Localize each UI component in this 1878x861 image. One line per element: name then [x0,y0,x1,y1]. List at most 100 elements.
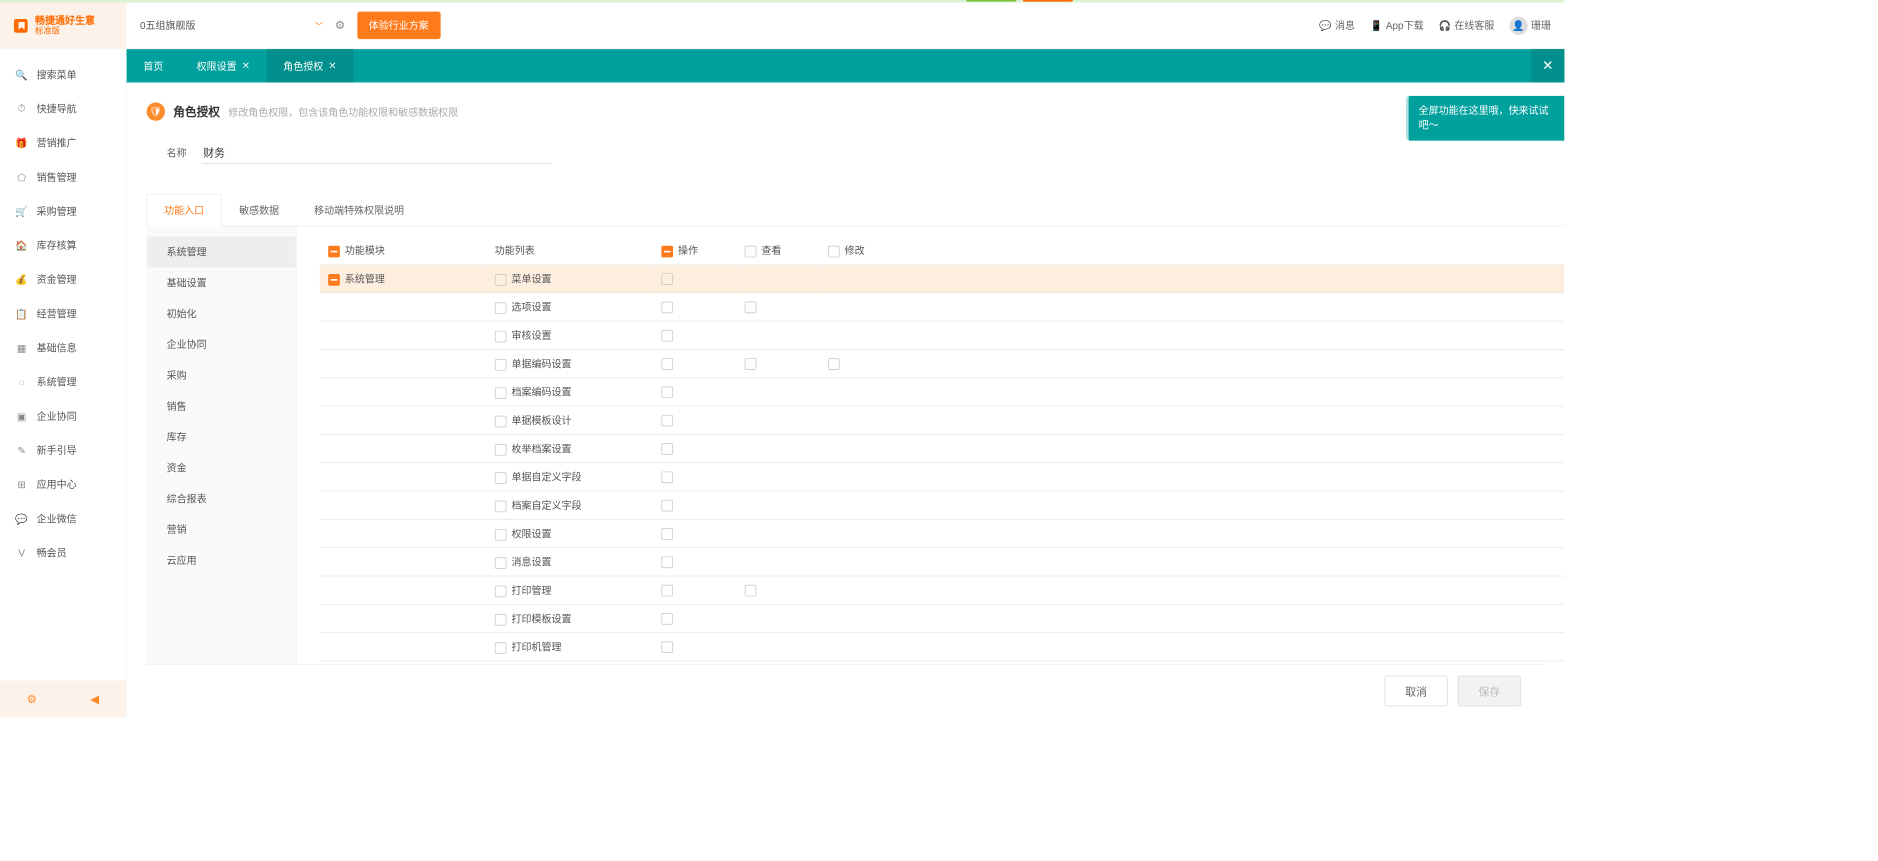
close-all-tabs-button[interactable]: ✕ [1531,49,1564,82]
sub-tab-0[interactable]: 功能入口 [147,194,222,226]
module-item-4[interactable]: 采购 [147,360,296,391]
nav-item-3[interactable]: ⬠销售管理 [0,160,126,194]
func-checkbox[interactable] [495,331,507,343]
nav-item-5[interactable]: 🏠库存核算 [0,228,126,262]
op-checkbox[interactable] [661,641,673,653]
op-checkbox[interactable] [661,443,673,455]
settings-icon[interactable]: ⚙ [27,692,37,706]
nav-item-0[interactable]: 🔍搜索菜单 [0,57,126,91]
user-menu[interactable]: 👤珊珊 [1509,16,1551,34]
func-checkbox[interactable] [495,387,507,399]
nav-item-10[interactable]: ▣企业协同 [0,399,126,433]
func-name: 枚举档案设置 [511,443,571,455]
func-name: 单据编码设置 [511,358,571,370]
cancel-button[interactable]: 取消 [1384,676,1447,707]
collapse-icon[interactable]: ◀ [90,692,99,706]
version-select[interactable]: 0五组旗舰版 ﹀ [140,15,323,36]
left-nav: 🔍搜索菜单⏱快捷导航🎁营销推广⬠销售管理🛒采购管理🏠库存核算💰资金管理📋经营管理… [0,49,127,717]
tab-label: 权限设置 [197,59,237,73]
module-item-6[interactable]: 库存 [147,421,296,452]
nav-icon: ◌ [15,375,28,388]
nav-item-2[interactable]: 🎁营销推广 [0,126,126,160]
module-checkbox[interactable] [328,274,340,286]
messages-link[interactable]: 💬消息 [1319,18,1355,32]
gear-icon[interactable]: ⚙ [335,18,345,32]
func-name: 打印管理 [511,585,551,597]
module-item-8[interactable]: 综合报表 [147,483,296,514]
tab-2[interactable]: 角色授权✕ [267,49,354,82]
op-checkbox[interactable] [661,301,673,313]
role-name-input[interactable] [202,141,552,164]
tab-1[interactable]: 权限设置 ✕ [180,49,267,82]
module-item-10[interactable]: 云应用 [147,545,296,576]
func-checkbox[interactable] [495,529,507,541]
nav-item-12[interactable]: ⊞应用中心 [0,467,126,501]
nav-item-11[interactable]: ✎新手引导 [0,433,126,467]
module-item-3[interactable]: 企业协同 [147,329,296,360]
func-checkbox[interactable] [495,444,507,456]
op-checkbox[interactable] [661,500,673,512]
module-header-checkbox[interactable] [328,246,340,258]
op-checkbox[interactable] [661,415,673,427]
nav-item-9[interactable]: ◌系统管理 [0,365,126,399]
module-item-0[interactable]: 系统管理 [147,237,296,268]
nav-item-14[interactable]: V畅会员 [0,536,126,570]
func-checkbox[interactable] [495,614,507,626]
tab-0[interactable]: 首页 [127,49,180,82]
view-header-checkbox[interactable] [745,246,757,258]
nav-item-6[interactable]: 💰资金管理 [0,262,126,296]
nav-icon: ⏱ [15,102,28,115]
op-checkbox[interactable] [661,528,673,540]
op-checkbox[interactable] [661,330,673,342]
close-icon[interactable]: ✕ [328,60,336,72]
view-checkbox[interactable] [745,301,757,313]
func-checkbox[interactable] [495,302,507,314]
view-checkbox[interactable] [745,358,757,370]
table-row: 枚举档案设置 [320,434,1565,462]
edit-header-checkbox[interactable] [828,246,840,258]
module-item-7[interactable]: 资金 [147,452,296,483]
experience-button[interactable]: 体验行业方案 [357,12,440,39]
module-item-9[interactable]: 营销 [147,514,296,545]
nav-label: 企业微信 [37,511,77,525]
view-checkbox[interactable] [745,585,757,597]
nav-item-7[interactable]: 📋经营管理 [0,297,126,331]
edit-checkbox[interactable] [828,358,840,370]
nav-item-13[interactable]: 💬企业微信 [0,501,126,535]
nav-icon: 💰 [15,273,28,286]
func-checkbox[interactable] [495,359,507,371]
nav-item-8[interactable]: ▦基础信息 [0,331,126,365]
sub-tab-2[interactable]: 移动端特殊权限说明 [297,194,422,226]
nav-item-1[interactable]: ⏱快捷导航 [0,92,126,126]
op-header-checkbox[interactable] [661,246,673,258]
sub-tab-1[interactable]: 敏感数据 [222,194,297,226]
func-checkbox[interactable] [495,585,507,597]
nav-item-4[interactable]: 🛒采购管理 [0,194,126,228]
promo-training-button[interactable]: 在线培训 [966,0,1016,1]
support-link[interactable]: 🎧在线客服 [1439,18,1495,32]
app-download-link[interactable]: 📱App下载 [1370,18,1424,32]
op-checkbox[interactable] [661,273,673,285]
nav-label: 销售管理 [37,170,77,184]
op-checkbox[interactable] [661,613,673,625]
footer-bar: 取消 保存 [147,664,1545,717]
func-checkbox[interactable] [495,500,507,512]
op-checkbox[interactable] [661,585,673,597]
headset-icon: 🎧 [1439,20,1451,32]
func-checkbox[interactable] [495,472,507,484]
close-icon[interactable]: ✕ [242,60,250,72]
promo-buy-button[interactable]: 立即购买 [1023,0,1073,1]
op-checkbox[interactable] [661,386,673,398]
module-item-1[interactable]: 基础设置 [147,267,296,298]
nav-icon: 🛒 [15,205,28,218]
op-checkbox[interactable] [661,471,673,483]
func-checkbox[interactable] [495,416,507,428]
func-checkbox[interactable] [495,274,507,286]
op-checkbox[interactable] [661,556,673,568]
module-item-2[interactable]: 初始化 [147,298,296,329]
op-checkbox[interactable] [661,358,673,370]
func-checkbox[interactable] [495,642,507,654]
module-item-5[interactable]: 销售 [147,391,296,422]
fullscreen-tip[interactable]: 全屏功能在这里哦，快来试试吧～ [1406,96,1564,141]
func-checkbox[interactable] [495,557,507,569]
